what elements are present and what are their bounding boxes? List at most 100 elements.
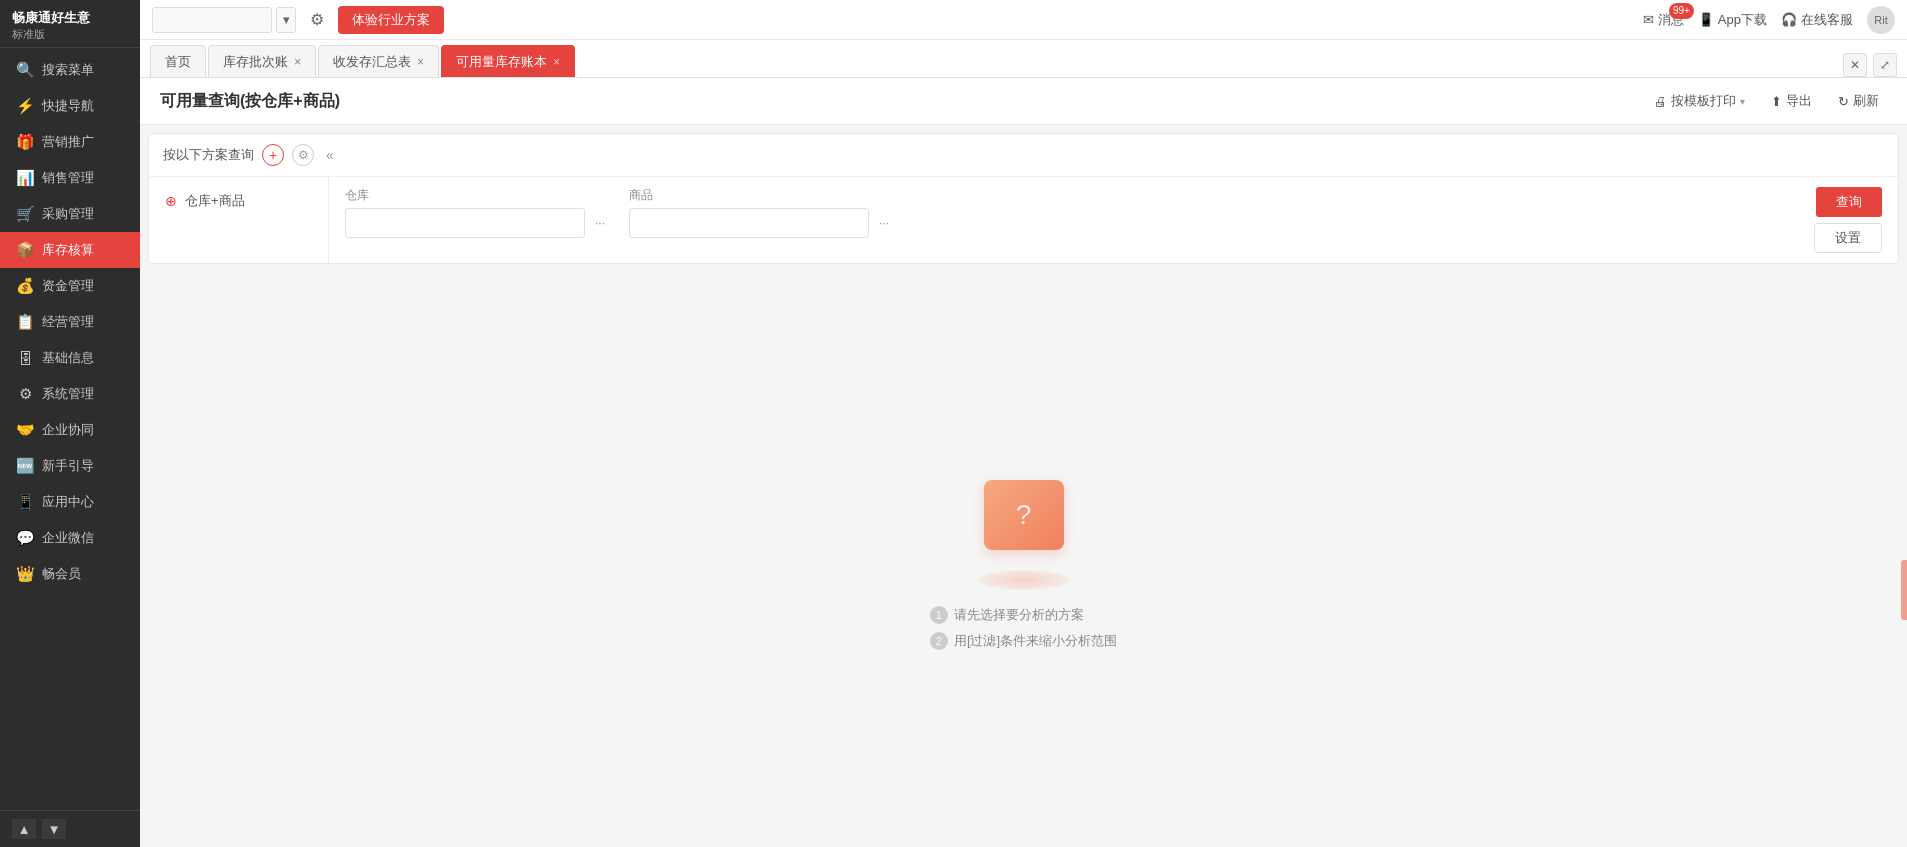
sidebar-item-apps[interactable]: 📱 应用中心 bbox=[0, 484, 140, 520]
sidebar-item-operation[interactable]: 📋 经营管理 bbox=[0, 304, 140, 340]
sidebar-item-inventory[interactable]: 📦 库存核算 bbox=[0, 232, 140, 268]
app-logo: 畅康通好生意 标准版 bbox=[12, 10, 128, 41]
sidebar-icon-search: 🔍 bbox=[16, 61, 34, 79]
user-avatar[interactable]: Rit bbox=[1867, 6, 1895, 34]
goods-filter-input[interactable] bbox=[629, 208, 869, 238]
sidebar-item-finance[interactable]: 💰 资金管理 bbox=[0, 268, 140, 304]
sidebar-icon-operation: 📋 bbox=[16, 313, 34, 331]
tab-label-available: 可用量库存账本 bbox=[456, 53, 547, 71]
tab-summary[interactable]: 收发存汇总表 × bbox=[318, 45, 439, 77]
tab-close-available[interactable]: × bbox=[553, 55, 560, 69]
tab-close-summary[interactable]: × bbox=[417, 55, 424, 69]
export-label: 导出 bbox=[1786, 92, 1812, 110]
tab-home[interactable]: 首页 bbox=[150, 45, 206, 77]
tab-close-batch[interactable]: × bbox=[294, 55, 301, 69]
sidebar-item-sales[interactable]: 📊 销售管理 bbox=[0, 160, 140, 196]
sidebar-label-newbie: 新手引导 bbox=[42, 457, 94, 475]
scheme-warehouse-goods[interactable]: ⊕ 仓库+商品 bbox=[149, 185, 328, 217]
sidebar-item-basic[interactable]: 🗄 基础信息 bbox=[0, 340, 140, 376]
sidebar-icon-marketing: 🎁 bbox=[16, 133, 34, 151]
query-settings-action-btn[interactable]: 设置 bbox=[1814, 223, 1882, 253]
topbar-search-input[interactable] bbox=[152, 7, 272, 33]
tab-label-summary: 收发存汇总表 bbox=[333, 53, 411, 71]
empty-glow-graphic bbox=[979, 570, 1069, 590]
sidebar-label-apps: 应用中心 bbox=[42, 493, 94, 511]
trial-industry-btn[interactable]: 体验行业方案 bbox=[338, 6, 444, 34]
topbar-actions: ✉ 消息 99+ 📱 App下载 🎧 在线客服 Rit bbox=[1643, 6, 1895, 34]
sidebar-label-member: 畅会员 bbox=[42, 565, 81, 583]
sidebar-icon-purchase: 🛒 bbox=[16, 205, 34, 223]
goods-filter-label: 商品 bbox=[629, 187, 893, 204]
warehouse-filter-input[interactable] bbox=[345, 208, 585, 238]
query-add-btn[interactable]: + bbox=[262, 144, 284, 166]
app-download-label: App下载 bbox=[1718, 11, 1767, 29]
export-icon: ⬆ bbox=[1771, 94, 1782, 109]
tab-available[interactable]: 可用量库存账本 × bbox=[441, 45, 575, 77]
sidebar-label-sales: 销售管理 bbox=[42, 169, 94, 187]
query-submit-btn[interactable]: 查询 bbox=[1816, 187, 1882, 217]
avatar-text: Rit bbox=[1874, 14, 1887, 26]
headset-icon: 🎧 bbox=[1781, 12, 1797, 27]
sidebar-nav: 🔍 搜索菜单⚡ 快捷导航🎁 营销推广📊 销售管理🛒 采购管理📦 库存核算💰 资金… bbox=[0, 48, 140, 810]
sidebar-label-search: 搜索菜单 bbox=[42, 61, 94, 79]
empty-state: 1 请先选择要分析的方案 2 用[过滤]条件来缩小分析范围 bbox=[140, 272, 1907, 847]
sidebar-label-system: 系统管理 bbox=[42, 385, 94, 403]
sidebar-icon-member: 👑 bbox=[16, 565, 34, 583]
query-collapse-btn[interactable]: « bbox=[326, 147, 334, 163]
tab-batch[interactable]: 库存批次账× bbox=[208, 45, 316, 77]
query-area: 按以下方案查询 + ⚙ « ⊕ 仓库+商品 仓库 bbox=[148, 133, 1899, 264]
query-filters: 仓库 ··· 商品 ··· bbox=[329, 177, 1798, 263]
topbar: ▾ ⚙ 体验行业方案 ✉ 消息 99+ 📱 App下载 🎧 在线客服 Rit bbox=[140, 0, 1907, 40]
empty-box-graphic bbox=[984, 480, 1064, 550]
sidebar-label-purchase: 采购管理 bbox=[42, 205, 94, 223]
sidebar-label-operation: 经营管理 bbox=[42, 313, 94, 331]
tabs-bar: 首页库存批次账× 收发存汇总表 × 可用量库存账本 × ✕ ⤢ bbox=[140, 40, 1907, 78]
sidebar-icon-enterprise: 🤝 bbox=[16, 421, 34, 439]
sidebar: 畅康通好生意 标准版 🔍 搜索菜单⚡ 快捷导航🎁 营销推广📊 销售管理🛒 采购管… bbox=[0, 0, 140, 847]
goods-filter-dots[interactable]: ··· bbox=[875, 216, 893, 230]
sidebar-item-newbie[interactable]: 🆕 新手引导 bbox=[0, 448, 140, 484]
message-btn[interactable]: ✉ 消息 99+ bbox=[1643, 11, 1684, 29]
sidebar-icon-apps: 📱 bbox=[16, 493, 34, 511]
sidebar-item-marketing[interactable]: 🎁 营销推广 bbox=[0, 124, 140, 160]
warehouse-filter-group: 仓库 ··· bbox=[345, 187, 609, 238]
app-download-btn[interactable]: 📱 App下载 bbox=[1698, 11, 1767, 29]
topbar-dropdown-btn[interactable]: ▾ bbox=[276, 7, 296, 33]
sidebar-item-purchase[interactable]: 🛒 采购管理 bbox=[0, 196, 140, 232]
expand-tab-btn[interactable]: ⤢ bbox=[1873, 53, 1897, 77]
sidebar-icon-finance: 💰 bbox=[16, 277, 34, 295]
warehouse-filter-dots[interactable]: ··· bbox=[591, 216, 609, 230]
query-scheme-panel: ⊕ 仓库+商品 bbox=[149, 177, 329, 263]
hint-text-1: 请先选择要分析的方案 bbox=[954, 606, 1084, 624]
sidebar-item-system[interactable]: ⚙ 系统管理 bbox=[0, 376, 140, 412]
message-icon: ✉ bbox=[1643, 12, 1654, 27]
sidebar-footer: ▲ ▼ bbox=[0, 810, 140, 847]
print-template-btn[interactable]: 🖨 按模板打印 ▾ bbox=[1646, 88, 1753, 114]
sidebar-label-basic: 基础信息 bbox=[42, 349, 94, 367]
sidebar-scroll-up[interactable]: ▲ bbox=[12, 819, 36, 839]
sidebar-item-enterprise[interactable]: 🤝 企业协同 bbox=[0, 412, 140, 448]
empty-illustration bbox=[964, 470, 1084, 590]
close-tab-btn[interactable]: ✕ bbox=[1843, 53, 1867, 77]
sidebar-item-search[interactable]: 🔍 搜索菜单 bbox=[0, 52, 140, 88]
scheme-icon: ⊕ bbox=[165, 193, 177, 209]
sidebar-label-inventory: 库存核算 bbox=[42, 241, 94, 259]
sidebar-icon-system: ⚙ bbox=[16, 385, 34, 403]
export-btn[interactable]: ⬆ 导出 bbox=[1763, 88, 1820, 114]
online-service-btn[interactable]: 🎧 在线客服 bbox=[1781, 11, 1853, 29]
empty-hint-2: 2 用[过滤]条件来缩小分析范围 bbox=[930, 632, 1117, 650]
app-name: 畅康通好生意 bbox=[12, 10, 128, 27]
refresh-btn[interactable]: ↻ 刷新 bbox=[1830, 88, 1887, 114]
topbar-gear-btn[interactable]: ⚙ bbox=[304, 7, 330, 33]
sidebar-item-shortcut[interactable]: ⚡ 快捷导航 bbox=[0, 88, 140, 124]
query-scheme-settings-btn[interactable]: ⚙ bbox=[292, 144, 314, 166]
right-scroll-indicator[interactable] bbox=[1901, 560, 1907, 620]
page-header: 可用量查询(按仓库+商品) 🖨 按模板打印 ▾ ⬆ 导出 ↻ 刷新 bbox=[140, 78, 1907, 125]
warehouse-filter-label: 仓库 bbox=[345, 187, 609, 204]
main-area: ▾ ⚙ 体验行业方案 ✉ 消息 99+ 📱 App下载 🎧 在线客服 Rit bbox=[140, 0, 1907, 847]
empty-hint-1: 1 请先选择要分析的方案 bbox=[930, 606, 1117, 624]
message-badge: 99+ bbox=[1669, 3, 1694, 19]
sidebar-scroll-down[interactable]: ▼ bbox=[42, 819, 66, 839]
sidebar-item-member[interactable]: 👑 畅会员 bbox=[0, 556, 140, 592]
sidebar-item-wechat[interactable]: 💬 企业微信 bbox=[0, 520, 140, 556]
